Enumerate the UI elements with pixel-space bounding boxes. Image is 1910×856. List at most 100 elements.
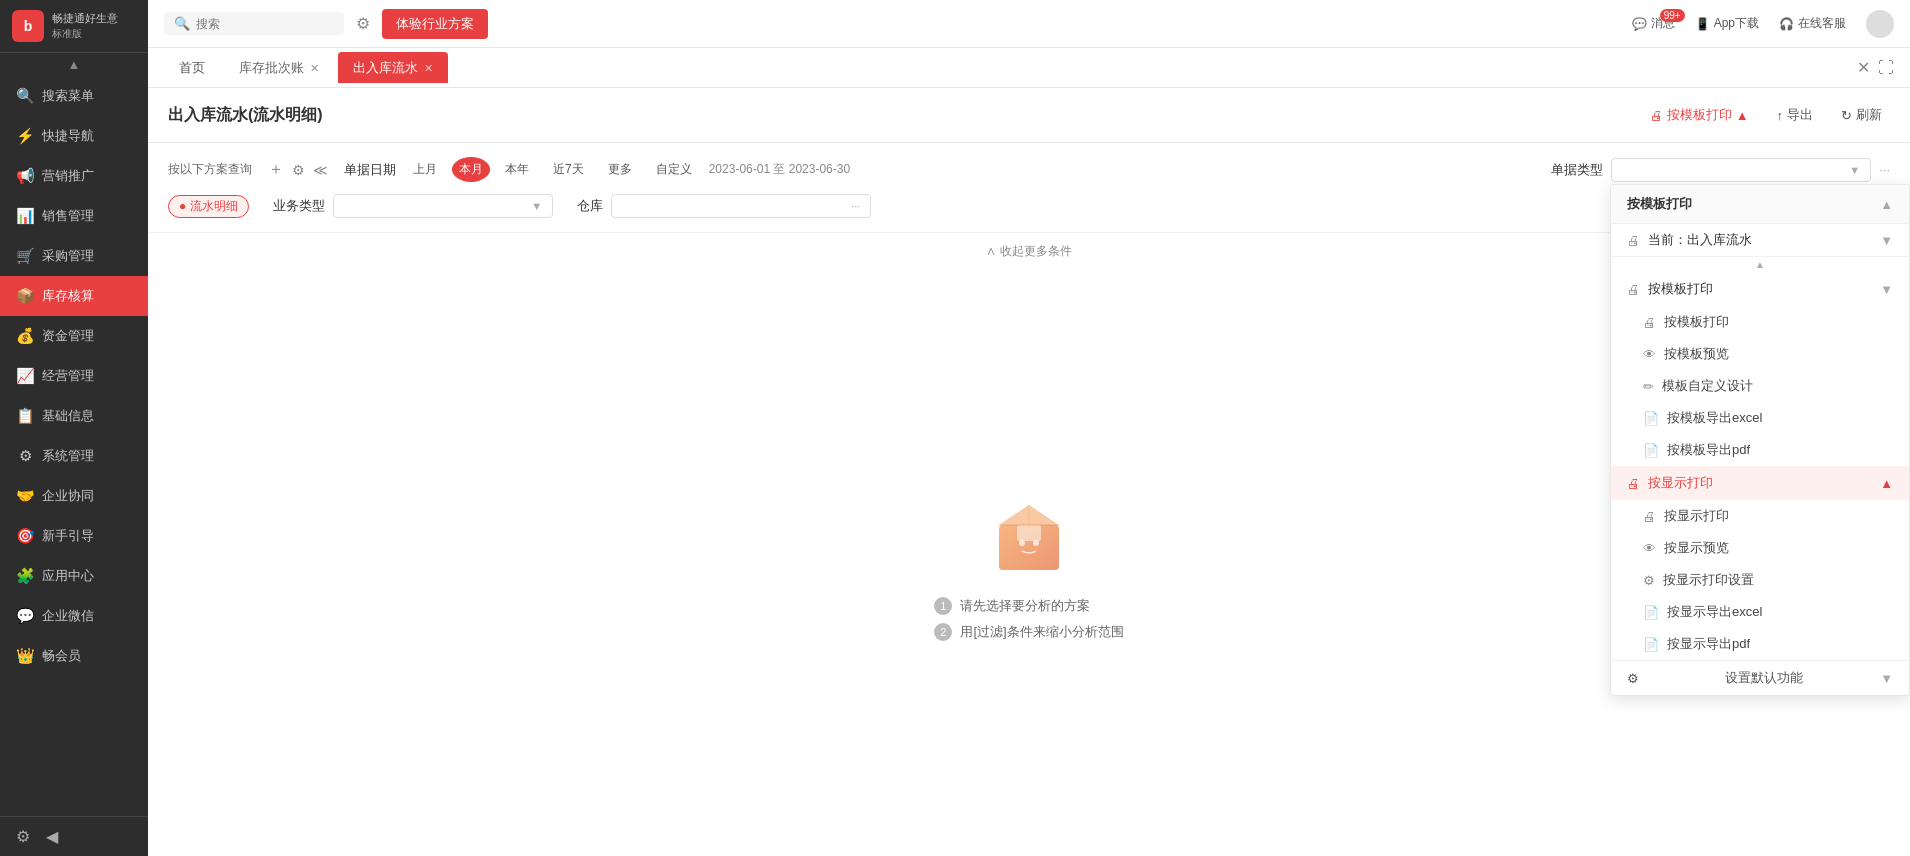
date-this-year[interactable]: 本年 (496, 157, 538, 182)
flow-detail-tag[interactable]: ● 流水明细 (168, 195, 249, 218)
main-content: 🔍 ⚙ 体验行业方案 💬 消息 99+ 📱 App下载 🎧 在线客服 首页 (148, 0, 1910, 856)
export-btn[interactable]: ↑ 导出 (1769, 102, 1822, 128)
dropdown-item-display-excel[interactable]: 📄 按显示导出excel (1611, 596, 1909, 628)
date-prev-month[interactable]: 上月 (404, 157, 446, 182)
search-input[interactable] (196, 17, 316, 31)
topbar-search-box[interactable]: 🔍 (164, 12, 344, 35)
chevron-up-icon: ∧ (986, 244, 999, 258)
tab-flow[interactable]: 出入库流水 ✕ (338, 52, 448, 83)
refresh-btn[interactable]: ↻ 刷新 (1833, 102, 1890, 128)
date-custom[interactable]: 自定义 (647, 157, 701, 182)
excel-icon: 📄 (1643, 411, 1659, 426)
svg-point-5 (1019, 540, 1025, 546)
sidebar-item-wechat[interactable]: 💬 企业微信 (0, 596, 148, 636)
dropdown-title: 按模板打印 (1627, 195, 1692, 213)
doc-type-select[interactable]: ▼ (1611, 158, 1871, 182)
warehouse-select[interactable]: ··· (611, 194, 871, 218)
sidebar-item-member[interactable]: 👑 畅会员 (0, 636, 148, 676)
dropdown-close-arrow[interactable]: ▲ (1880, 197, 1893, 212)
sidebar-item-label: 企业微信 (42, 607, 94, 625)
sidebar-item-label: 应用中心 (42, 567, 94, 585)
expand-window-icon[interactable]: ⛶ (1878, 59, 1894, 77)
business-type-label: 业务类型 (273, 197, 325, 215)
sidebar-item-guide[interactable]: 🎯 新手引导 (0, 516, 148, 556)
display-preview-icon: 👁 (1643, 541, 1656, 556)
tab-flow-close[interactable]: ✕ (424, 62, 433, 75)
sidebar-item-label: 系统管理 (42, 447, 94, 465)
printer-icon: 🖨 (1643, 315, 1656, 330)
sidebar-item-purchase[interactable]: 🛒 采购管理 (0, 236, 148, 276)
display-printer-icon: 🖨 (1643, 509, 1656, 524)
business-type-field: 业务类型 ▼ (273, 194, 553, 218)
dropdown-item-template-custom[interactable]: ✏ 模板自定义设计 (1611, 370, 1909, 402)
user-avatar[interactable] (1866, 10, 1894, 38)
message-badge: 99+ (1660, 9, 1685, 22)
guide-icon: 🎯 (16, 527, 34, 545)
dropdown-current[interactable]: 🖨 当前：出入库流水 ▼ (1611, 224, 1909, 257)
app-download-label: App下载 (1714, 15, 1759, 32)
print-template-btn[interactable]: 🖨 按模板打印 ▲ (1642, 102, 1757, 128)
tab-home[interactable]: 首页 (164, 52, 220, 83)
online-service-btn[interactable]: 🎧 在线客服 (1779, 15, 1846, 32)
dropdown-item-template-print[interactable]: 🖨 按模板打印 (1611, 306, 1909, 338)
business-type-select[interactable]: ▼ (333, 194, 553, 218)
export-label: 导出 (1787, 106, 1813, 124)
tab-batch-close[interactable]: ✕ (310, 62, 319, 75)
settings-default-icon: ⚙ (1627, 671, 1639, 686)
step-2-text: 用[过滤]条件来缩小分析范围 (960, 623, 1123, 641)
svg-rect-2 (1017, 525, 1041, 541)
dropdown-item-display-pdf[interactable]: 📄 按显示导出pdf (1611, 628, 1909, 660)
settings-icon[interactable]: ⚙ (16, 827, 30, 846)
template-print-section-header[interactable]: 🖨 按模板打印 ▼ (1611, 272, 1909, 306)
tab-batch[interactable]: 库存批次账 ✕ (224, 52, 334, 83)
dropdown-item-template-pdf[interactable]: 📄 按模板导出pdf (1611, 434, 1909, 466)
date-last-7[interactable]: 近7天 (544, 157, 593, 182)
sidebar-item-finance[interactable]: 💰 资金管理 (0, 316, 148, 356)
template-section-arrow: ▼ (1880, 282, 1893, 297)
industry-btn[interactable]: 体验行业方案 (382, 9, 488, 39)
marketing-icon: 📢 (16, 167, 34, 185)
sidebar-item-collab[interactable]: 🤝 企业协同 (0, 476, 148, 516)
page-actions: 🖨 按模板打印 ▲ ↑ 导出 ↻ 刷新 (1642, 102, 1890, 142)
collapse-icon[interactable]: ◀ (46, 827, 58, 846)
scroll-up-indicator: ▲ (1611, 257, 1909, 272)
template-print-label: 按模板打印 (1648, 280, 1713, 298)
dropdown-item-template-excel[interactable]: 📄 按模板导出excel (1611, 402, 1909, 434)
date-filter-options: 上月 本月 本年 近7天 更多 自定义 (404, 157, 701, 182)
filter-gear-icon[interactable]: ⚙ (292, 162, 305, 178)
message-btn[interactable]: 💬 消息 99+ (1632, 15, 1675, 32)
sidebar-scroll-up[interactable]: ▲ (0, 53, 148, 76)
sidebar-item-basic[interactable]: 📋 基础信息 (0, 396, 148, 436)
display-print-section-header[interactable]: 🖨 按显示打印 ▲ (1611, 466, 1909, 500)
display-print-section-icon: 🖨 (1627, 476, 1640, 491)
app-download-btn[interactable]: 📱 App下载 (1695, 15, 1759, 32)
sidebar-item-appcenter[interactable]: 🧩 应用中心 (0, 556, 148, 596)
date-filter-label: 单据日期 (344, 161, 396, 179)
sidebar-item-inventory[interactable]: 📦 库存核算 (0, 276, 148, 316)
sidebar-item-shortcut[interactable]: ⚡ 快捷导航 (0, 116, 148, 156)
tab-batch-label: 库存批次账 (239, 59, 304, 77)
sidebar-item-marketing[interactable]: 📢 营销推广 (0, 156, 148, 196)
sidebar-item-search[interactable]: 🔍 搜索菜单 (0, 76, 148, 116)
date-this-month[interactable]: 本月 (452, 157, 490, 182)
settings-gear-icon[interactable]: ⚙ (356, 14, 370, 33)
filter-collapse-icon[interactable]: ≪ (313, 162, 328, 178)
dropdown-item-display-print[interactable]: 🖨 按显示打印 (1611, 500, 1909, 532)
sidebar-item-sales[interactable]: 📊 销售管理 (0, 196, 148, 236)
doc-type-more-icon[interactable]: ··· (1879, 162, 1890, 177)
date-more[interactable]: 更多 (599, 157, 641, 182)
search-icon: 🔍 (174, 16, 190, 31)
sidebar-item-system[interactable]: ⚙ 系统管理 (0, 436, 148, 476)
dropdown-item-display-settings[interactable]: ⚙ 按显示打印设置 (1611, 564, 1909, 596)
search-icon: 🔍 (16, 87, 34, 105)
dropdown-item-display-preview[interactable]: 👁 按显示预览 (1611, 532, 1909, 564)
filter-add-icon[interactable]: ＋ (268, 159, 284, 180)
sidebar-item-operation[interactable]: 📈 经营管理 (0, 356, 148, 396)
close-window-icon[interactable]: ✕ (1857, 58, 1870, 77)
current-label: 当前：出入库流水 (1648, 231, 1752, 249)
date-filter-section: 单据日期 上月 本月 本年 近7天 更多 自定义 2023-06-01 至 20… (344, 157, 850, 182)
dropdown-footer[interactable]: ⚙ 设置默认功能 ▼ (1611, 660, 1909, 695)
svg-point-6 (1033, 540, 1039, 546)
step-2-num: 2 (934, 623, 952, 641)
dropdown-item-template-preview[interactable]: 👁 按模板预览 (1611, 338, 1909, 370)
